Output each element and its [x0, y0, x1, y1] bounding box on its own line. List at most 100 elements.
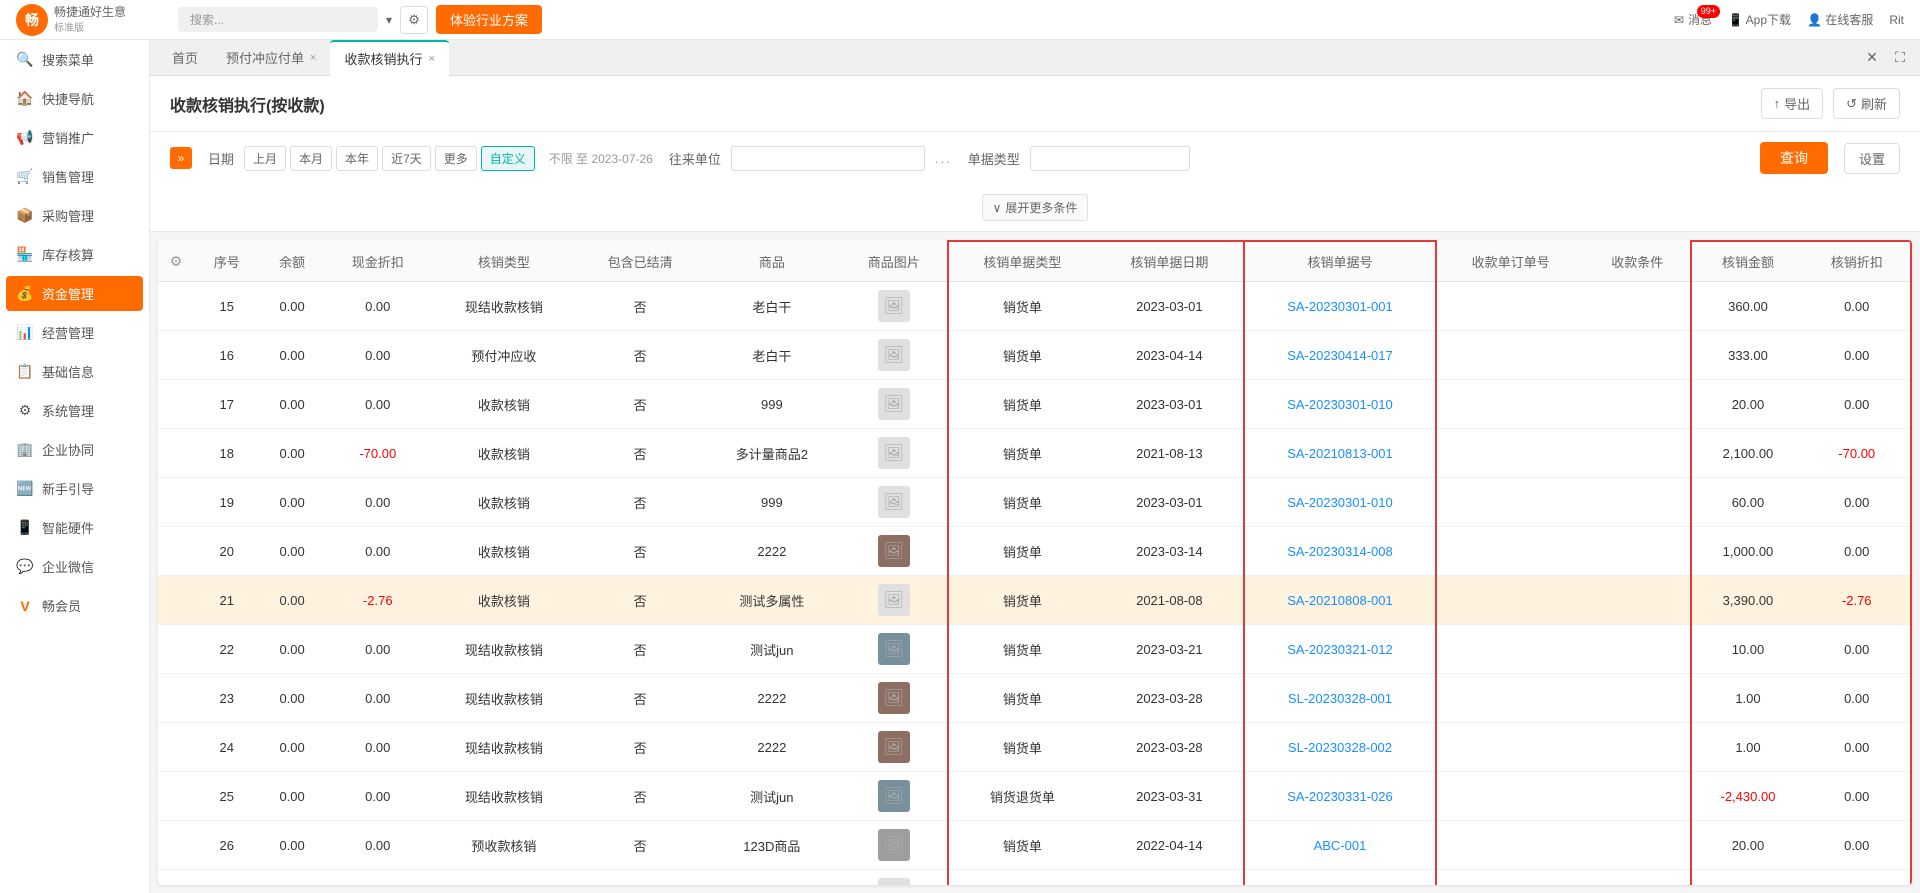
date-btn-custom[interactable]: 自定义: [481, 146, 535, 171]
cell-settled: 否: [577, 870, 703, 886]
cell-type: 现结收款核销: [431, 723, 577, 772]
cell-balance: 0.00: [259, 723, 324, 772]
cell-collection-cond: [1584, 331, 1691, 380]
party-input[interactable]: [731, 146, 925, 171]
cell-collection-cond: [1584, 576, 1691, 625]
table-settings-icon[interactable]: ⚙: [170, 253, 183, 269]
app-download[interactable]: 📱 App下载: [1728, 11, 1791, 28]
cell-bill-report-type: 销货单: [948, 870, 1096, 886]
tab-close-btn[interactable]: ✕: [1860, 46, 1884, 70]
filter-party-row: 往来单位 ...: [669, 146, 952, 171]
tab-prepay-close[interactable]: ×: [310, 52, 316, 64]
cell-writeoff-discount: 0.00: [1803, 380, 1911, 429]
sidebar-item-purchase[interactable]: 📦 采购管理: [0, 196, 149, 235]
finance-icon: 💰: [16, 285, 34, 303]
cell-collection-cond: [1584, 772, 1691, 821]
date-btn-more[interactable]: 更多: [435, 146, 477, 171]
sidebar-item-hardware[interactable]: 📱 智能硬件: [0, 508, 149, 547]
cell-collection-no: [1436, 527, 1584, 576]
cell-collection-no: [1436, 478, 1584, 527]
cell-bill-report-type: 销货单: [948, 821, 1096, 870]
cell-no: 26: [194, 821, 259, 870]
cell-type: 收款核销: [431, 478, 577, 527]
cell-bill-report-type: 销货退货单: [948, 772, 1096, 821]
sidebar-item-search[interactable]: 🔍 搜索菜单: [0, 40, 149, 79]
filter-date-row: 日期 上月 本月 本年 近7天 更多 自定义 不限 至 2023-07-26: [208, 146, 653, 171]
filter-toggle-icon[interactable]: »: [170, 147, 192, 169]
sidebar-item-marketing[interactable]: 📢 营销推广: [0, 118, 149, 157]
cell-goods: 测试jun: [703, 772, 840, 821]
bill-type-select[interactable]: [1030, 146, 1190, 171]
tab-prepay[interactable]: 预付冲应付单 ×: [212, 40, 330, 76]
party-dots[interactable]: ...: [935, 151, 952, 166]
tab-collection[interactable]: 收款核销执行 ×: [330, 40, 448, 76]
cell-amount: 1,000.00: [1691, 527, 1803, 576]
tab-home[interactable]: 首页: [158, 40, 212, 76]
sidebar-item-business[interactable]: 📊 经营管理: [0, 313, 149, 352]
filter-toggle-btn[interactable]: »: [170, 147, 192, 169]
cell-type: 现结收款核销: [431, 674, 577, 723]
logo-sub: 标准版: [54, 19, 126, 34]
cell-settings: [158, 821, 194, 870]
export-btn[interactable]: ↑ 导出: [1761, 88, 1824, 119]
app-logo: 畅 畅捷通好生意 标准版: [16, 4, 166, 36]
data-table: ⚙ 序号 余额 现金折扣 核销类型 包含已结清 商品 商品图片 核销单据类型 核…: [158, 240, 1912, 885]
cell-settings: [158, 870, 194, 886]
date-btn-this-month[interactable]: 本月: [290, 146, 332, 171]
sidebar-item-quick[interactable]: 🏠 快捷导航: [0, 79, 149, 118]
cell-amount: 20.00: [1691, 821, 1803, 870]
sidebar-item-member[interactable]: V 畅会员: [0, 586, 149, 625]
cell-bill-date: 2021-08-13: [1096, 429, 1244, 478]
sidebar-item-system[interactable]: ⚙ 系统管理: [0, 391, 149, 430]
sidebar-item-inventory[interactable]: 🏪 库存核算: [0, 235, 149, 274]
tab-prepay-label: 预付冲应付单: [226, 48, 304, 67]
cell-writeoff-discount: -2.76: [1803, 576, 1911, 625]
sidebar-item-guide[interactable]: 🆕 新手引导: [0, 469, 149, 508]
cell-balance: 0.00: [259, 674, 324, 723]
sidebar-item-finance[interactable]: 💰 资金管理: [6, 276, 143, 311]
date-buttons: 上月 本月 本年 近7天 更多 自定义: [244, 146, 535, 171]
cell-goods: 123D商品: [703, 821, 840, 870]
cell-bill-date: 2022-04-14: [1096, 821, 1244, 870]
date-range: 不限 至 2023-07-26: [549, 150, 653, 167]
date-btn-this-year[interactable]: 本年: [336, 146, 378, 171]
expand-more-btn[interactable]: ∨ 展开更多条件: [982, 194, 1089, 221]
notification-wrap[interactable]: ✉ 消息 99+: [1674, 11, 1712, 28]
online-service[interactable]: 👤 在线客服: [1807, 11, 1873, 28]
top-bar: 畅 畅捷通好生意 标准版 搜索... ▾ ⚙ 体验行业方案 ✉ 消息 99+ 📱…: [0, 0, 1920, 40]
refresh-btn[interactable]: ↺ 刷新: [1833, 88, 1900, 119]
dropdown-arrow[interactable]: ▾: [386, 13, 392, 27]
industry-btn[interactable]: 体验行业方案: [436, 5, 542, 34]
sidebar-label-marketing: 营销推广: [42, 128, 94, 147]
cell-collection-no: [1436, 723, 1584, 772]
tab-collection-close[interactable]: ×: [428, 53, 434, 65]
sidebar-item-wechat[interactable]: 💬 企业微信: [0, 547, 149, 586]
tab-home-label: 首页: [172, 48, 198, 67]
cell-bill-no: SA-20230331-026: [1244, 772, 1436, 821]
cell-collection-cond: [1584, 625, 1691, 674]
cell-no: 23: [194, 674, 259, 723]
search-icon: 🔍: [16, 51, 34, 69]
cell-goods: 多计量商品2: [703, 429, 840, 478]
global-search[interactable]: 搜索...: [178, 7, 378, 32]
sidebar-item-sales[interactable]: 🛒 销售管理: [0, 157, 149, 196]
cell-no: 15: [194, 282, 259, 331]
user-name[interactable]: Rit: [1889, 13, 1904, 27]
filter-settings-btn[interactable]: 设置: [1844, 143, 1900, 174]
cell-collection-no: [1436, 625, 1584, 674]
settings-icon[interactable]: ⚙: [400, 6, 428, 34]
notification-badge: 99+: [1697, 5, 1720, 18]
tab-expand-btn[interactable]: ⛶: [1888, 46, 1912, 70]
col-settled: 包含已结清: [577, 241, 703, 282]
cell-goods: 2222: [703, 674, 840, 723]
expand-label: 展开更多条件: [1005, 199, 1077, 216]
sidebar-item-basic[interactable]: 📋 基础信息: [0, 352, 149, 391]
cell-discount: 0.00: [325, 674, 431, 723]
cell-bill-no: SA-20230301-001: [1244, 282, 1436, 331]
sidebar-label-corp: 企业协同: [42, 440, 94, 459]
query-btn[interactable]: 查询: [1760, 142, 1828, 174]
date-btn-last-month[interactable]: 上月: [244, 146, 286, 171]
date-btn-7days[interactable]: 近7天: [382, 146, 431, 171]
cell-amount: 3,390.00: [1691, 576, 1803, 625]
sidebar-item-corp[interactable]: 🏢 企业协同: [0, 430, 149, 469]
